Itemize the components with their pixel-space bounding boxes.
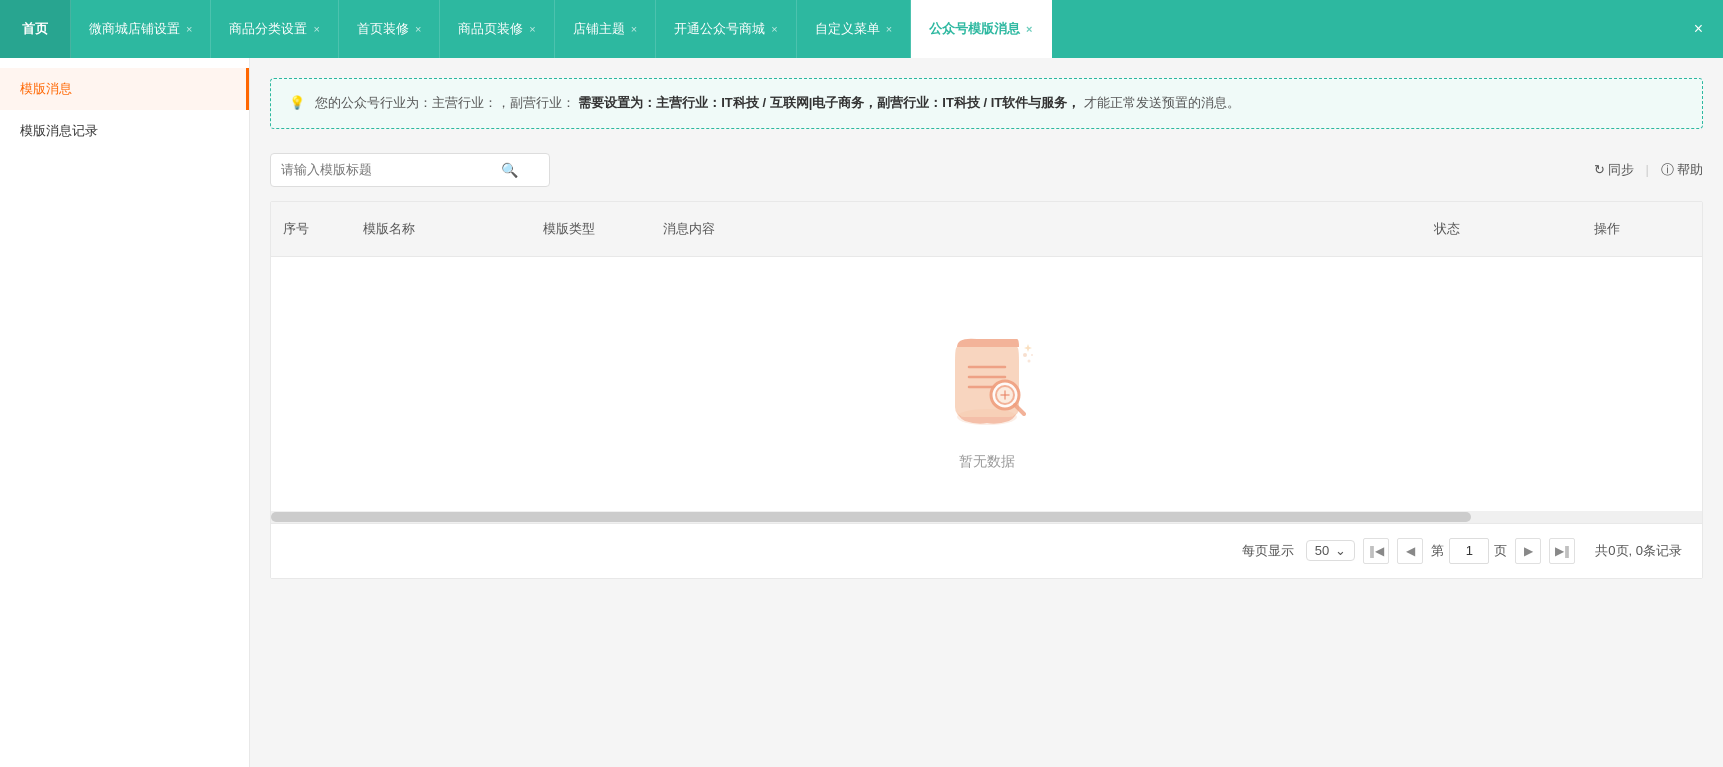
close-icon-shop-theme[interactable]: × [631, 23, 637, 35]
per-page-value: 50 [1315, 543, 1329, 558]
per-page-label: 每页显示 [1242, 542, 1294, 560]
nav-item-shop-theme[interactable]: 店铺主题 × [555, 0, 656, 58]
next-page-button[interactable]: ▶ [1515, 538, 1541, 564]
nav-label-product-decor: 商品页装修 [458, 20, 523, 38]
sidebar-label-template-msg: 模版消息 [20, 81, 72, 96]
page-number-input[interactable] [1449, 538, 1489, 564]
help-icon: ⓘ [1661, 161, 1674, 179]
nav-item-home[interactable]: 首页 [0, 0, 71, 58]
info-prefix: 您的公众号行业为：主营行业：，副营行业： [315, 95, 575, 110]
sidebar: 模版消息 模版消息记录 [0, 58, 250, 767]
toolbar-divider: | [1646, 162, 1649, 177]
close-icon-product-decor[interactable]: × [529, 23, 535, 35]
close-icon-product-category[interactable]: × [313, 23, 319, 35]
close-all-icon[interactable]: × [1694, 20, 1703, 38]
close-icon-template-msg[interactable]: × [1026, 23, 1032, 35]
sync-icon: ↻ [1594, 162, 1605, 177]
sidebar-label-template-msg-log: 模版消息记录 [20, 123, 98, 138]
empty-illustration [927, 317, 1047, 437]
page-suffix: 页 [1494, 542, 1507, 560]
svg-point-9 [1023, 353, 1027, 357]
nav-item-home-decor[interactable]: 首页装修 × [339, 0, 440, 58]
pagination: 每页显示 50 ⌄ ‖◀ ◀ 第 页 ▶ ▶‖ 共0页, 0条记录 [271, 523, 1702, 578]
th-name: 模版名称 [351, 212, 531, 246]
sidebar-item-template-msg-log[interactable]: 模版消息记录 [0, 110, 249, 152]
page-label: 第 [1431, 542, 1444, 560]
empty-state: 暂无数据 [271, 257, 1702, 511]
nav-label-micro-shop: 微商城店铺设置 [89, 20, 180, 38]
nav-item-micro-shop[interactable]: 微商城店铺设置 × [71, 0, 211, 58]
info-highlight: 需要设置为：主营行业：IT科技 / 互联网|电子商务，副营行业：IT科技 / I… [578, 95, 1080, 110]
help-button[interactable]: ⓘ 帮助 [1661, 161, 1703, 179]
th-index: 序号 [271, 212, 351, 246]
search-box[interactable]: 🔍 [270, 153, 550, 187]
bulb-icon: 💡 [289, 95, 305, 110]
chevron-down-icon: ⌄ [1335, 543, 1346, 558]
close-icon-micro-shop[interactable]: × [186, 23, 192, 35]
search-area: 🔍 ↻ 同步 | ⓘ 帮助 [270, 153, 1703, 187]
layout: 模版消息 模版消息记录 💡 您的公众号行业为：主营行业：，副营行业： 需要设置为… [0, 58, 1723, 767]
nav-label-template-msg: 公众号模版消息 [929, 20, 1020, 38]
empty-text: 暂无数据 [959, 453, 1015, 471]
close-icon-open-mall[interactable]: × [771, 23, 777, 35]
page-input-wrap: 第 页 [1431, 538, 1507, 564]
table-header: 序号 模版名称 模版类型 消息内容 状态 操作 [271, 202, 1702, 257]
main-content: 💡 您的公众号行业为：主营行业：，副营行业： 需要设置为：主营行业：IT科技 /… [250, 58, 1723, 767]
nav-label-home-decor: 首页装修 [357, 20, 409, 38]
nav-label-shop-theme: 店铺主题 [573, 20, 625, 38]
data-table: 序号 模版名称 模版类型 消息内容 状态 操作 [270, 201, 1703, 579]
toolbar-right: ↻ 同步 | ⓘ 帮助 [1594, 161, 1703, 179]
top-nav: 首页 微商城店铺设置 × 商品分类设置 × 首页装修 × 商品页装修 × 店铺主… [0, 0, 1723, 58]
th-actions: 操作 [1582, 212, 1702, 246]
total-info: 共0页, 0条记录 [1595, 542, 1682, 560]
info-suffix: 才能正常发送预置的消息。 [1084, 95, 1240, 110]
svg-point-11 [1031, 354, 1033, 356]
search-input[interactable] [281, 162, 501, 177]
nav-label-open-mall: 开通公众号商城 [674, 20, 765, 38]
scrollbar-thumb[interactable] [271, 512, 1471, 522]
prev-page-button[interactable]: ◀ [1397, 538, 1423, 564]
search-icon[interactable]: 🔍 [501, 162, 518, 178]
close-icon-home-decor[interactable]: × [415, 23, 421, 35]
nav-item-open-mall[interactable]: 开通公众号商城 × [656, 0, 796, 58]
first-page-button[interactable]: ‖◀ [1363, 538, 1389, 564]
sync-label: 同步 [1608, 161, 1634, 179]
sync-button[interactable]: ↻ 同步 [1594, 161, 1634, 179]
nav-label-product-category: 商品分类设置 [229, 20, 307, 38]
last-page-button[interactable]: ▶‖ [1549, 538, 1575, 564]
th-content: 消息内容 [651, 212, 1422, 246]
nav-item-template-msg[interactable]: 公众号模版消息 × [911, 0, 1051, 58]
nav-label-home: 首页 [22, 20, 48, 38]
sidebar-item-template-msg[interactable]: 模版消息 [0, 68, 249, 110]
svg-point-10 [1027, 359, 1030, 362]
nav-item-product-category[interactable]: 商品分类设置 × [211, 0, 338, 58]
nav-label-custom-menu: 自定义菜单 [815, 20, 880, 38]
nav-item-custom-menu[interactable]: 自定义菜单 × [797, 0, 911, 58]
nav-item-product-decor[interactable]: 商品页装修 × [440, 0, 554, 58]
th-type: 模版类型 [531, 212, 651, 246]
th-status: 状态 [1422, 212, 1582, 246]
horizontal-scrollbar[interactable] [271, 511, 1702, 523]
info-banner: 💡 您的公众号行业为：主营行业：，副营行业： 需要设置为：主营行业：IT科技 /… [270, 78, 1703, 129]
per-page-select[interactable]: 50 ⌄ [1306, 540, 1355, 561]
close-icon-custom-menu[interactable]: × [886, 23, 892, 35]
help-label: 帮助 [1677, 161, 1703, 179]
